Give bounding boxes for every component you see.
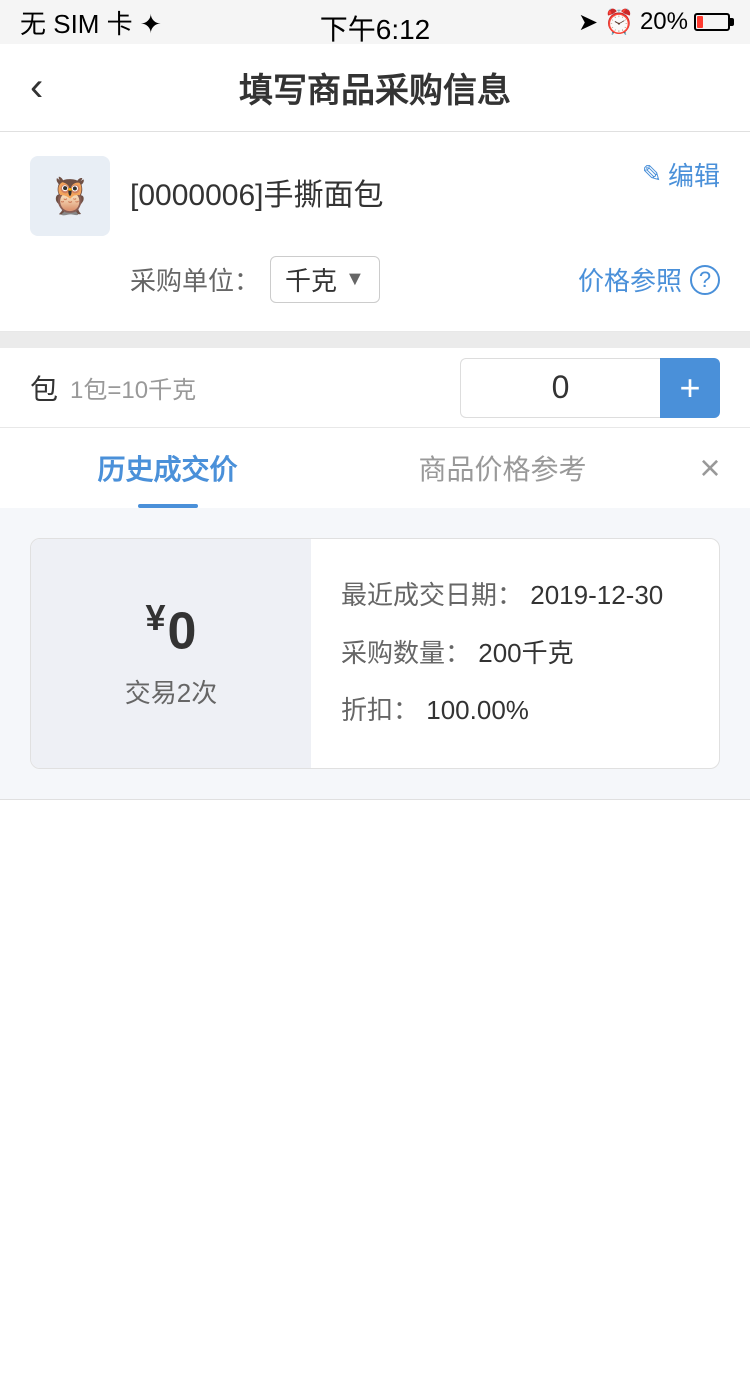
page-title: 填写商品采购信息 — [239, 63, 511, 112]
purchase-qty-label: 采购数量： — [341, 638, 471, 668]
product-thumbnail: 🦉 — [30, 156, 110, 236]
tabs-close-button[interactable]: × — [670, 447, 750, 489]
recent-date-label: 最近成交日期： — [341, 580, 523, 610]
price-ref-label: 价格参照 — [578, 261, 682, 298]
product-header: 🦉 [0000006]手撕面包 ✎ 编辑 — [30, 156, 720, 236]
tab-history-label: 历史成交价 — [97, 448, 237, 488]
unit-arrow-icon: ▼ — [345, 268, 365, 291]
recent-date-row: 最近成交日期： 2019-12-30 — [341, 575, 689, 617]
edit-button[interactable]: ✎ 编辑 — [642, 156, 720, 193]
qty-input-area: 0 + — [196, 358, 720, 418]
edit-label: 编辑 — [668, 156, 720, 193]
purchase-qty-row: 采购数量： 200千克 — [341, 633, 689, 675]
unit-selector[interactable]: 千克 ▼ — [270, 256, 380, 303]
discount-value: 100.00% — [426, 695, 529, 725]
tab-product-price-ref[interactable]: 商品价格参考 — [335, 428, 670, 508]
history-content: ¥0 交易2次 最近成交日期： 2019-12-30 采购数量： 200千克 折… — [0, 508, 750, 799]
battery-percent: 20% — [640, 8, 688, 36]
product-footer: 采购单位： 千克 ▼ 价格参照 ? — [30, 256, 720, 303]
product-info-left: 🦉 [0000006]手撕面包 — [30, 156, 383, 236]
price-ref-help-icon: ? — [690, 265, 720, 295]
tab-active-underline — [138, 504, 198, 508]
tabs-section: 历史成交价 商品价格参考 × ¥0 交易2次 最近成交日期： 2019-12-3… — [0, 428, 750, 800]
card-price-area: ¥0 交易2次 — [31, 539, 311, 768]
tab-history-price[interactable]: 历史成交价 — [0, 428, 335, 508]
unit-value: 千克 — [285, 261, 337, 298]
currency-symbol: ¥ — [146, 597, 166, 638]
qty-plus-button[interactable]: + — [660, 358, 720, 418]
discount-row: 折扣： 100.00% — [341, 690, 689, 732]
card-details-area: 最近成交日期： 2019-12-30 采购数量： 200千克 折扣： 100.0… — [311, 539, 719, 768]
product-name: [0000006]手撕面包 — [130, 175, 383, 217]
status-right: ➤ ⏰ 20% — [578, 8, 730, 37]
card-price-value: ¥0 — [146, 597, 197, 661]
status-bar: 无 SIM 卡 ✦ 下午6:12 ➤ ⏰ 20% — [0, 0, 750, 44]
unit-label: 采购单位： — [130, 261, 260, 298]
bottom-area — [0, 800, 750, 1400]
price-ref-button[interactable]: 价格参照 ? — [578, 261, 720, 298]
product-section: 🦉 [0000006]手撕面包 ✎ 编辑 采购单位： 千克 ▼ 价格参照 ? — [0, 132, 750, 332]
edit-icon: ✎ — [642, 160, 662, 189]
back-button[interactable]: ‹ — [30, 65, 43, 110]
qty-sub-label: 1包=10千克 — [70, 370, 196, 405]
history-card: ¥0 交易2次 最近成交日期： 2019-12-30 采购数量： 200千克 折… — [30, 538, 720, 769]
tabs-header: 历史成交价 商品价格参考 × — [0, 428, 750, 508]
purchase-qty-value: 200千克 — [478, 638, 573, 668]
qty-input[interactable]: 0 — [460, 358, 660, 418]
unit-row: 采购单位： 千克 ▼ — [130, 256, 380, 303]
status-time: 下午6:12 — [320, 8, 431, 48]
trade-count: 交易2次 — [125, 673, 217, 710]
quantity-section: 包 1包=10千克 0 + — [0, 348, 750, 428]
qty-unit-label: 包 — [30, 368, 58, 408]
alarm-icon: ⏰ — [604, 8, 634, 37]
location-icon: ➤ — [578, 8, 598, 37]
product-logo-icon: 🦉 — [48, 175, 93, 217]
status-left: 无 SIM 卡 ✦ — [20, 4, 162, 41]
discount-label: 折扣： — [341, 695, 419, 725]
recent-date-value: 2019-12-30 — [530, 580, 663, 610]
tab-price-ref-label: 商品价格参考 — [418, 448, 586, 488]
nav-bar: ‹ 填写商品采购信息 — [0, 44, 750, 132]
battery-icon — [694, 13, 730, 31]
section-divider — [0, 332, 750, 348]
